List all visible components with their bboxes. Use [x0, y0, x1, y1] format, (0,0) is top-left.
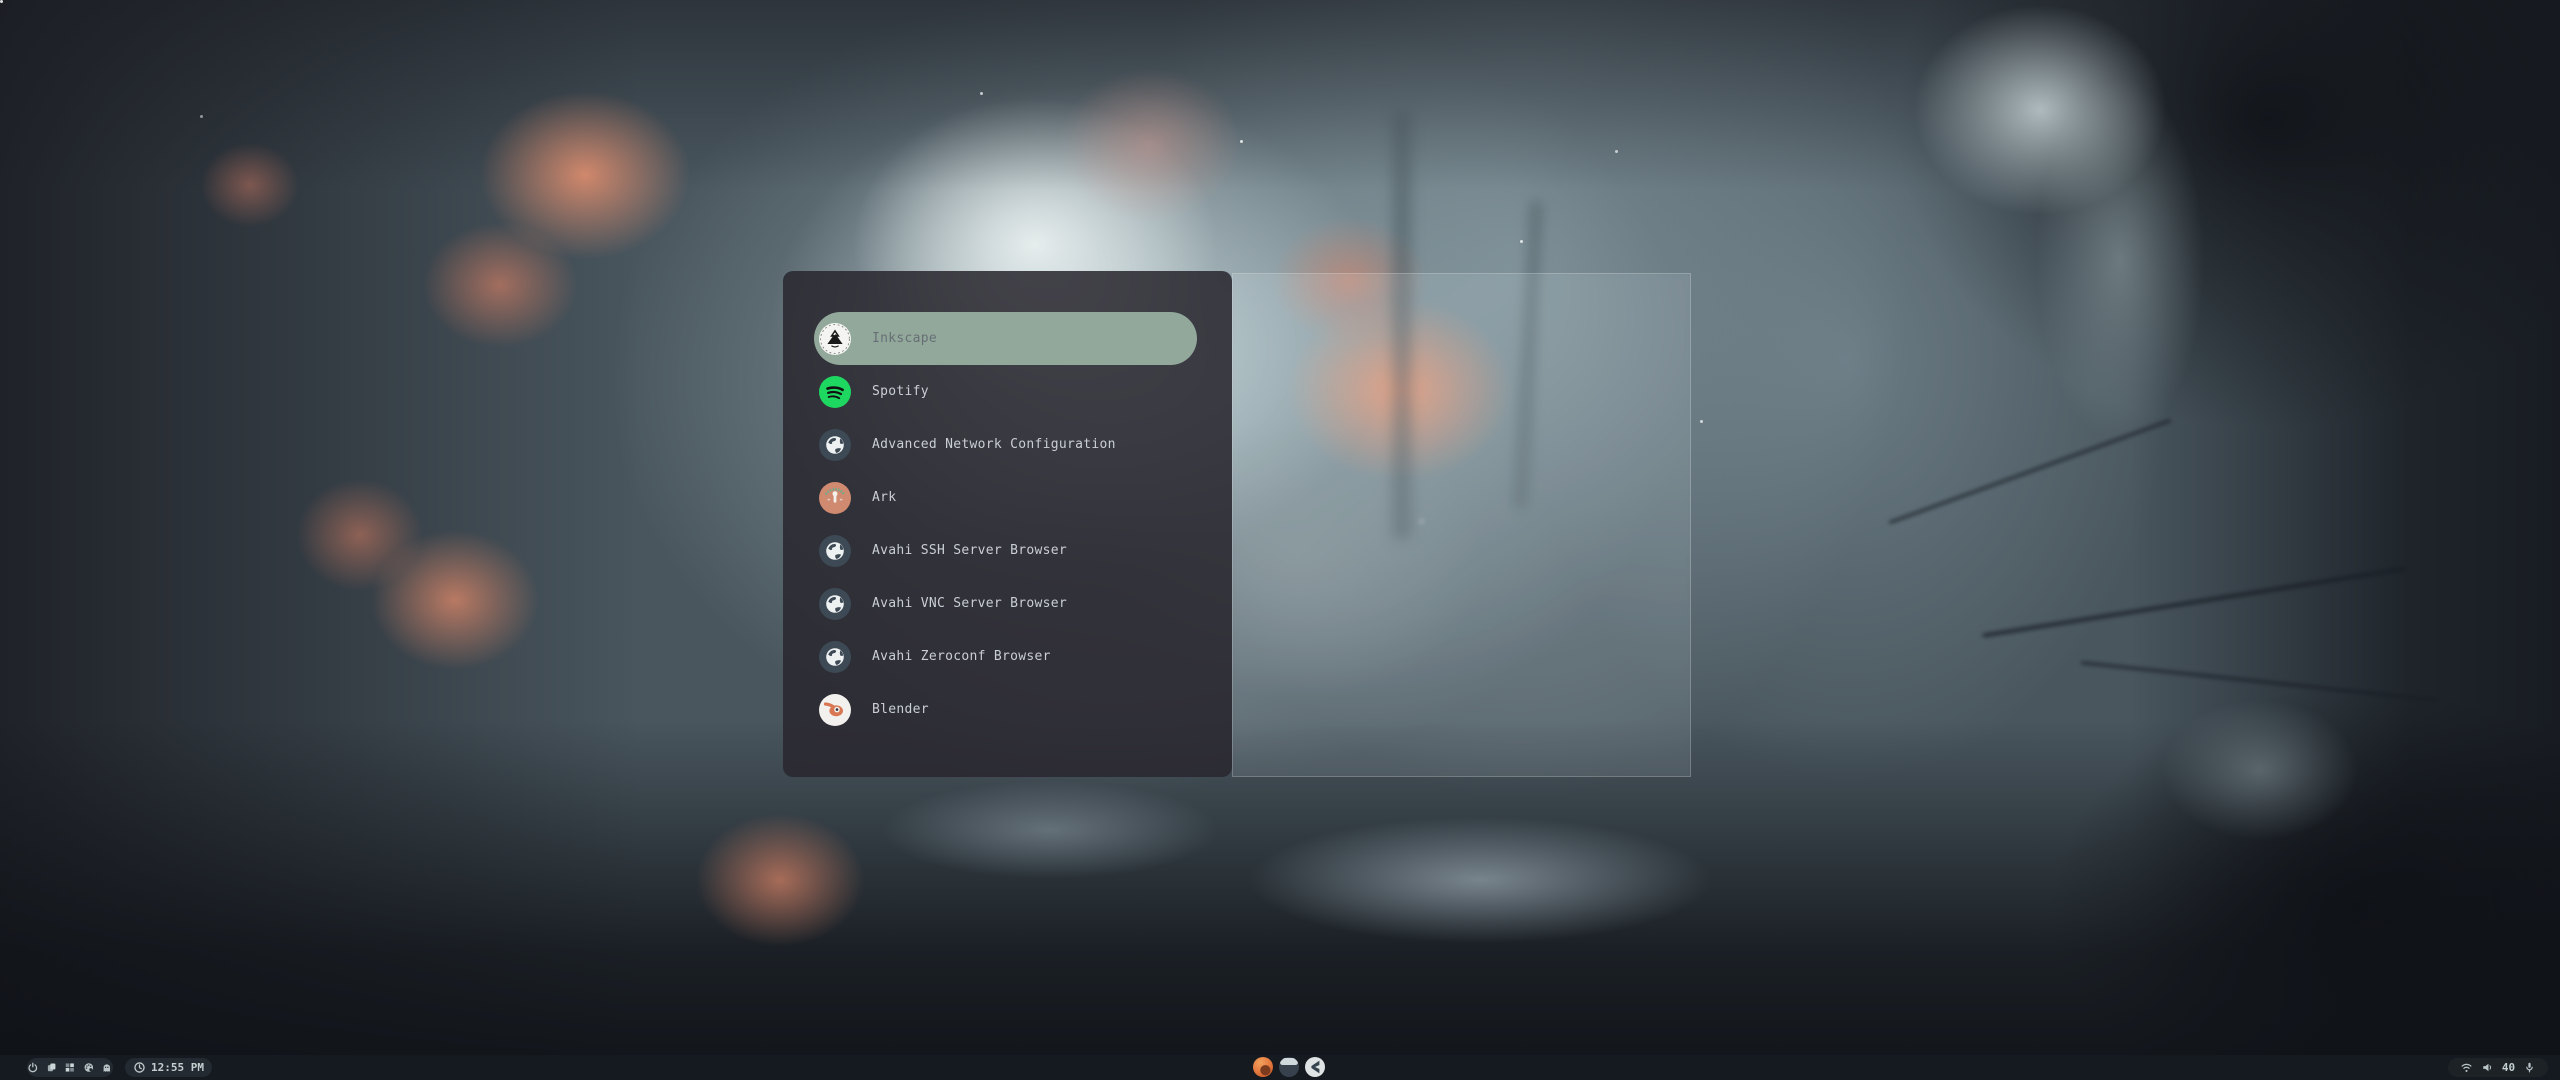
firefox-icon[interactable] — [1253, 1057, 1273, 1077]
taskbar-widgets-group — [27, 1058, 113, 1077]
ghost-icon[interactable] — [101, 1061, 113, 1074]
branch-silhouette — [1982, 566, 2407, 637]
launcher-item-avahi-zeroconf-browser[interactable]: Avahi Zeroconf Browser — [814, 630, 1197, 683]
launcher-item-label: Advanced Network Configuration — [872, 437, 1116, 452]
launcher-item-ark[interactable]: Ark — [814, 471, 1197, 524]
terminal-icon[interactable] — [1279, 1057, 1299, 1077]
microphone-icon[interactable] — [2523, 1061, 2536, 1074]
launcher-item-avahi-ssh-server-browser[interactable]: Avahi SSH Server Browser — [814, 524, 1197, 577]
launcher-item-blender[interactable]: Blender — [814, 683, 1197, 736]
wifi-signal-icon[interactable] — [2406, 1059, 2432, 1076]
speaker-icon[interactable] — [2481, 1061, 2494, 1074]
globe-icon — [819, 535, 851, 567]
launcher-item-label: Avahi VNC Server Browser — [872, 596, 1067, 611]
launcher-item-label: Avahi SSH Server Browser — [872, 543, 1067, 558]
launcher-item-label: Spotify — [872, 384, 929, 399]
globe-icon — [819, 641, 851, 673]
launcher-item-label: Blender — [872, 702, 929, 717]
power-icon[interactable] — [27, 1061, 39, 1074]
branch-silhouette — [1889, 419, 2172, 524]
spotify-icon — [819, 376, 851, 408]
palette-icon[interactable] — [83, 1061, 95, 1074]
branch-silhouette — [2081, 661, 2439, 702]
copy-icon[interactable] — [46, 1061, 58, 1074]
clock-icon — [133, 1061, 146, 1074]
taskbar: 12:55 PM 40 — [0, 1055, 2560, 1080]
wifi-icon[interactable] — [2460, 1061, 2473, 1074]
snow-particles — [0, 0, 3, 3]
translucent-window[interactable] — [1232, 273, 1691, 777]
launcher-item-inkscape[interactable]: Inkscape — [814, 312, 1197, 365]
launcher-item-label: Avahi Zeroconf Browser — [872, 649, 1051, 664]
clock-widget[interactable]: 12:55 PM — [125, 1058, 212, 1077]
launcher-item-label: Inkscape — [872, 331, 937, 346]
blender-icon — [819, 694, 851, 726]
grid-icon[interactable] — [64, 1061, 76, 1074]
launcher-item-avahi-vnc-server-browser[interactable]: Avahi VNC Server Browser — [814, 577, 1197, 630]
app-launcher-panel: Inkscape Spotify Advanced Network Config… — [783, 271, 1232, 777]
inkscape-icon — [819, 323, 851, 355]
volume-level: 40 — [2502, 1058, 2515, 1077]
launcher-item-label: Ark — [872, 490, 896, 505]
launcher-item-spotify[interactable]: Spotify — [814, 365, 1197, 418]
taskbar-running-apps — [1253, 1057, 1325, 1077]
globe-icon — [819, 588, 851, 620]
globe-icon — [819, 429, 851, 461]
media-app-icon[interactable] — [1305, 1057, 1325, 1077]
status-indicators-group: 40 — [2448, 1058, 2548, 1077]
launcher-item-advanced-network-configuration[interactable]: Advanced Network Configuration — [814, 418, 1197, 471]
ark-icon — [819, 482, 851, 514]
clock-label: 12:55 PM — [151, 1058, 204, 1077]
